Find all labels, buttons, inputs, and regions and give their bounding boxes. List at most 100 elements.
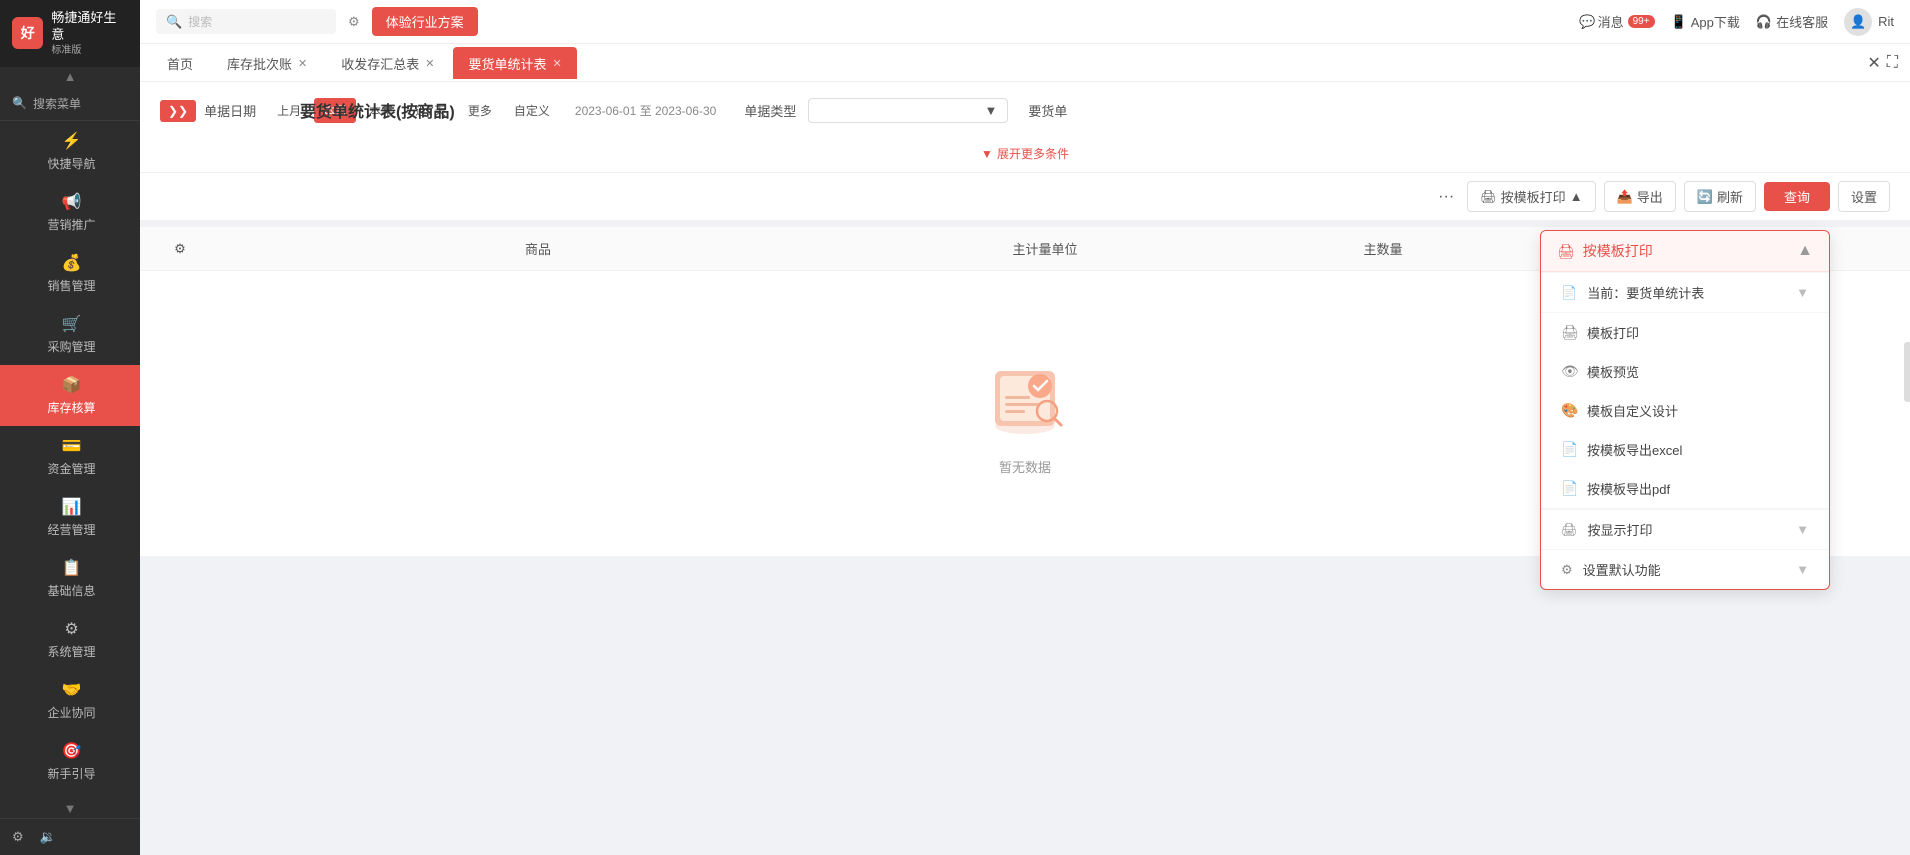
sidebar-item-operation[interactable]: 📊 经营管理 xyxy=(0,487,140,548)
order-type-label: 要货单 xyxy=(1028,101,1067,120)
scroll-up-arrow[interactable]: ▲ xyxy=(0,67,140,87)
template-design-label: 模板自定义设计 xyxy=(1587,401,1678,420)
industry-btn[interactable]: 体验行业方案 xyxy=(372,7,478,36)
main-content: 🔍 搜索 ⚙ 体验行业方案 💬 消息 99+ 📱 App下载 🎧 在线客服 👤 … xyxy=(140,0,1910,855)
tab-order-stats[interactable]: 要货单统计表 ✕ xyxy=(453,47,576,79)
template-preview-label: 模板预览 xyxy=(1587,362,1639,381)
page-area: ❯❯ 单据日期 上月 本月 本年 近7天 更多 自定义 2023-06-01 至… xyxy=(140,82,1910,855)
refresh-btn[interactable]: 🔄 刷新 xyxy=(1684,181,1756,212)
topbar-search[interactable]: 🔍 搜索 xyxy=(156,9,336,34)
resize-handle[interactable] xyxy=(1904,342,1910,402)
current-template-label: 当前：要货单统计表 xyxy=(1587,283,1704,302)
quick-nav-icon: ⚡ xyxy=(62,131,82,151)
marketing-icon: 📢 xyxy=(62,192,82,212)
date-btn-custom[interactable]: 自定义 xyxy=(505,98,559,123)
topbar-search-icon: 🔍 xyxy=(166,14,182,30)
sidebar-item-label: 新手引导 xyxy=(47,765,95,782)
print-arrow-icon: ▲ xyxy=(1570,189,1583,204)
sidebar-item-label: 经营管理 xyxy=(47,521,95,538)
tab-inventory-batch-label: 库存批次账 xyxy=(227,54,292,73)
sidebar-search[interactable]: 🔍 搜索菜单 xyxy=(0,87,140,121)
tab-inventory-batch-close[interactable]: ✕ xyxy=(298,57,307,70)
settings-gear-icon[interactable]: ⚙ xyxy=(348,14,360,30)
popup-template-design[interactable]: 🎨 模板自定义设计 xyxy=(1541,391,1829,430)
print-icon: 🖨 xyxy=(1480,189,1497,205)
sidebar-item-guide[interactable]: 🎯 新手引导 xyxy=(0,731,140,792)
sidebar-item-basic[interactable]: 📋 基础信息 xyxy=(0,548,140,609)
filter-area: 单据日期 上月 本月 本年 近7天 更多 自定义 2023-06-01 至 20… xyxy=(204,98,1890,123)
popup-export-pdf[interactable]: 📄 按模板导出pdf xyxy=(1541,469,1829,508)
phone-icon: 📱 xyxy=(1671,14,1687,30)
sidebar: 好 畅捷通好生意 标准版 ▲ 🔍 搜索菜单 ⚡ 快捷导航 📢 营销推广 💰 销售… xyxy=(0,0,140,855)
popup-display-print[interactable]: 🖨 按显示打印 ▼ xyxy=(1541,509,1829,549)
current-template-icon: 📄 xyxy=(1561,285,1577,301)
expand-more-bar: ▼ 展开更多条件 xyxy=(140,135,1910,173)
topbar-search-placeholder: 搜索 xyxy=(188,13,212,30)
volume-icon[interactable]: 🔉 xyxy=(40,829,56,845)
export-btn[interactable]: 📤 导出 xyxy=(1604,181,1676,212)
popup-export-excel[interactable]: 📄 按模板导出excel xyxy=(1541,430,1829,469)
message-area[interactable]: 💬 消息 99+ xyxy=(1579,12,1654,31)
popup-close-btn[interactable]: ▲ xyxy=(1797,242,1813,260)
popup-header: 🖨 按模板打印 ▲ xyxy=(1541,231,1829,272)
sidebar-item-appstore[interactable]: 🔔 应用中心 xyxy=(0,792,140,798)
popup-template-preview[interactable]: 👁 模板预览 xyxy=(1541,352,1829,391)
settings-icon[interactable]: ⚙ xyxy=(12,829,24,845)
col-settings[interactable]: ⚙ xyxy=(160,241,200,257)
bill-type-select[interactable]: ▼ xyxy=(808,98,1008,123)
tab-recv-summary-label: 收发存汇总表 xyxy=(341,54,419,73)
settings-btn[interactable]: 设置 xyxy=(1838,181,1890,212)
date-btn-more[interactable]: 更多 xyxy=(459,98,501,123)
default-func-icon: ⚙ xyxy=(1561,562,1573,578)
sidebar-item-marketing[interactable]: 📢 营销推广 xyxy=(0,182,140,243)
template-print-icon: 🖨 xyxy=(1561,324,1577,341)
popup-title: 按模板打印 xyxy=(1583,241,1653,261)
topbar-right: 💬 消息 99+ 📱 App下载 🎧 在线客服 👤 Rit xyxy=(1579,8,1894,36)
sidebar-item-label: 销售管理 xyxy=(47,277,95,294)
template-print-label: 模板打印 xyxy=(1587,323,1639,342)
tab-recv-summary[interactable]: 收发存汇总表 ✕ xyxy=(326,47,449,79)
export-excel-label: 按模板导出excel xyxy=(1587,440,1682,459)
sidebar-item-collab[interactable]: 🤝 企业协同 xyxy=(0,670,140,731)
sidebar-item-sales[interactable]: 💰 销售管理 xyxy=(0,243,140,304)
tab-order-stats-label: 要货单统计表 xyxy=(468,54,546,73)
sidebar-item-system[interactable]: ⚙ 系统管理 xyxy=(0,609,140,670)
app-download-area[interactable]: 📱 App下载 xyxy=(1671,12,1740,31)
user-area[interactable]: 👤 Rit xyxy=(1844,8,1894,36)
expand-collapse-btn[interactable]: ❯❯ xyxy=(160,100,196,122)
display-print-arrow: ▼ xyxy=(1796,522,1809,537)
app-logo: 好 畅捷通好生意 标准版 xyxy=(0,0,140,67)
tab-inventory-batch[interactable]: 库存批次账 ✕ xyxy=(212,47,322,79)
tab-order-stats-close[interactable]: ✕ xyxy=(553,57,562,70)
scroll-down-arrow[interactable]: ▼ xyxy=(0,798,140,818)
sidebar-bottom: ⚙ 🔉 xyxy=(0,818,140,855)
more-options-btn[interactable]: ··· xyxy=(1433,183,1459,211)
tab-home[interactable]: 首页 xyxy=(152,47,208,79)
query-btn[interactable]: 查询 xyxy=(1764,182,1830,211)
popup-default-func[interactable]: ⚙ 设置默认功能 ▼ xyxy=(1541,549,1829,589)
tab-home-label: 首页 xyxy=(167,54,193,73)
user-name: Rit xyxy=(1878,14,1894,29)
popup-current-template[interactable]: 📄 当前：要货单统计表 ▼ xyxy=(1541,272,1829,312)
print-btn[interactable]: 🖨 按模板打印 ▲ xyxy=(1467,181,1595,212)
window-maximize-btn[interactable]: ⛶ xyxy=(1887,53,1898,73)
sidebar-item-inventory[interactable]: 📦 库存核算 xyxy=(0,365,140,426)
col-settings-icon: ⚙ xyxy=(174,241,186,256)
message-icon: 💬 xyxy=(1579,14,1595,30)
sidebar-item-purchase[interactable]: 🛒 采购管理 xyxy=(0,304,140,365)
sidebar-nav: ⚡ 快捷导航 📢 营销推广 💰 销售管理 🛒 采购管理 📦 库存核算 💳 资金管… xyxy=(0,121,140,798)
message-badge: 99+ xyxy=(1628,15,1655,28)
sidebar-item-finance[interactable]: 💳 资金管理 xyxy=(0,426,140,487)
app-version: 标准版 xyxy=(51,44,128,57)
sidebar-item-label: 快捷导航 xyxy=(47,155,95,172)
expand-more-btn[interactable]: ▼ 展开更多条件 xyxy=(973,141,1077,166)
online-service-area[interactable]: 🎧 在线客服 xyxy=(1756,12,1828,31)
default-func-arrow: ▼ xyxy=(1796,562,1809,577)
tab-recv-summary-close[interactable]: ✕ xyxy=(425,57,434,70)
popup-template-print[interactable]: 🖨 模板打印 xyxy=(1541,313,1829,352)
sidebar-item-label: 资金管理 xyxy=(47,460,95,477)
window-close-btn[interactable]: ✕ xyxy=(1867,53,1880,73)
col-unit: 主计量单位 xyxy=(876,239,1214,258)
sidebar-item-quick-nav[interactable]: ⚡ 快捷导航 xyxy=(0,121,140,182)
col-goods: 商品 xyxy=(200,239,876,258)
